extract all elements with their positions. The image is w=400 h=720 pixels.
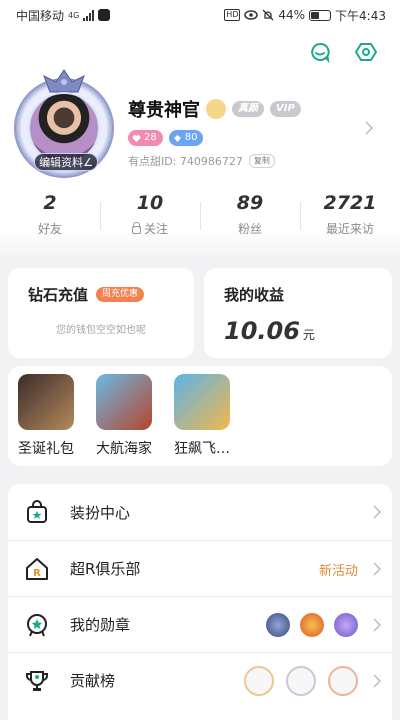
signal-icon	[83, 9, 95, 21]
stat-value: 10	[136, 192, 164, 214]
menu-label: 我的勋章	[70, 616, 131, 634]
wallet-empty-text: 您的钱包空空如也呢	[56, 325, 146, 336]
stats-row: 2 好友 10 关注 89 粉丝 2721 最近来访	[0, 192, 400, 237]
stat-following[interactable]: 10 关注	[100, 192, 200, 237]
trophy-icon	[26, 670, 48, 691]
edit-pencil-icon: ∠	[83, 156, 93, 169]
medal-badge-icon	[300, 613, 324, 637]
chevron-right-icon	[373, 674, 382, 688]
menu-label: 装扮中心	[70, 503, 131, 522]
diamond-recharge-card[interactable]: 钻石充值 周充优惠 您的钱包空空如也呢	[8, 268, 194, 358]
app-label: 圣诞礼包	[18, 441, 74, 457]
nickname: 尊贵神官	[128, 100, 200, 121]
menu-list: 装扮中心 R 超R俱乐部 新活动 我的勋章 贡献榜	[8, 484, 392, 720]
eye-icon	[244, 10, 259, 20]
ship-icon	[96, 374, 152, 430]
stat-value: 2721	[323, 192, 377, 214]
menu-my-medals[interactable]: 我的勋章	[8, 596, 392, 652]
stat-fans[interactable]: 89 粉丝	[200, 192, 300, 237]
stat-label: 好友	[37, 222, 62, 236]
header-actions	[308, 40, 378, 64]
new-activity-label: 新活动	[318, 563, 358, 579]
stat-label: 粉丝	[237, 222, 262, 236]
hd-icon: HD	[224, 9, 241, 21]
profile-chevron-icon[interactable]	[364, 120, 374, 136]
shopping-bag-icon	[27, 500, 47, 523]
stat-recent-visitors[interactable]: 2721 最近来访	[300, 192, 400, 237]
tiktok-icon	[98, 9, 111, 21]
mute-bell-icon	[262, 9, 274, 21]
gift-box-icon	[18, 374, 74, 430]
lock-icon	[131, 221, 141, 234]
my-income-card[interactable]: 我的收益 10.06 元	[204, 268, 392, 358]
app-label: 大航海家	[96, 441, 152, 457]
battery-percent: 44%	[278, 8, 306, 22]
charm-level-badge: 28	[128, 130, 163, 146]
weekly-promo-tag: 周充优惠	[96, 287, 145, 302]
menu-super-r-club[interactable]: R 超R俱乐部 新活动	[8, 540, 392, 596]
medal-badge-icon	[266, 613, 290, 637]
avatar[interactable]: 编辑资料∠	[14, 69, 114, 178]
heart-icon	[132, 134, 141, 142]
rank-gold-icon	[244, 666, 274, 696]
app-navigator[interactable]: 大航海家	[88, 374, 160, 458]
vip-badge: VIP	[270, 101, 301, 117]
income-title: 我的收益	[224, 286, 285, 304]
stat-value: 89	[236, 192, 264, 214]
medal-icon	[27, 613, 47, 636]
income-value: 10.06	[224, 317, 300, 345]
user-id: 有点甜ID: 740986727	[128, 155, 243, 168]
stat-value: 2	[43, 192, 57, 214]
edit-profile-label: 编辑资料	[39, 156, 84, 169]
battery-icon	[309, 9, 332, 21]
mini-games-card: 圣诞礼包 大航海家 狂飙飞…	[8, 366, 392, 466]
stat-label: 最近来访	[325, 222, 374, 236]
medal-badge-icon	[334, 613, 358, 637]
income-unit: 元	[302, 328, 315, 342]
chevron-right-icon	[373, 505, 382, 519]
svg-text:R: R	[33, 568, 41, 579]
recharge-title: 钻石充值	[28, 286, 89, 304]
wealth-level-badge: 80	[168, 130, 204, 146]
settings-icon[interactable]	[354, 40, 378, 64]
chevron-right-icon	[373, 618, 382, 632]
house-r-icon: R	[26, 557, 48, 580]
menu-label: 超R俱乐部	[70, 560, 141, 578]
menu-dress-up-center[interactable]: 装扮中心	[8, 484, 392, 540]
real-face-badge: 真颜	[232, 101, 264, 117]
stat-label: 关注	[143, 222, 168, 236]
carrier-label: 中国移动	[16, 8, 65, 23]
status-bar: 中国移动 4G HD 44% 下午4:43	[0, 0, 400, 30]
diamond-icon	[173, 134, 181, 142]
menu-label: 贡献榜	[70, 672, 116, 690]
user-emoji-icon	[206, 99, 226, 119]
clock: 下午4:43	[335, 8, 386, 23]
racing-car-icon	[174, 374, 230, 430]
network-label: 4G	[68, 10, 80, 20]
app-christmas-gift[interactable]: 圣诞礼包	[10, 374, 82, 458]
rank-bronze-icon	[328, 666, 358, 696]
app-racing[interactable]: 狂飙飞…	[166, 374, 238, 458]
stat-friends[interactable]: 2 好友	[0, 192, 100, 237]
copy-id-button[interactable]: 复制	[248, 154, 275, 168]
rank-silver-icon	[286, 666, 316, 696]
chevron-right-icon	[373, 562, 382, 576]
edit-profile-button[interactable]: 编辑资料∠	[34, 153, 98, 171]
message-icon[interactable]	[308, 40, 332, 64]
app-label: 狂飙飞…	[174, 441, 230, 457]
profile-info[interactable]: 尊贵神官 真颜 VIP 28 80 有点甜ID: 740986727 复制	[128, 96, 378, 169]
menu-contribution-rank[interactable]: 贡献榜	[8, 652, 392, 708]
